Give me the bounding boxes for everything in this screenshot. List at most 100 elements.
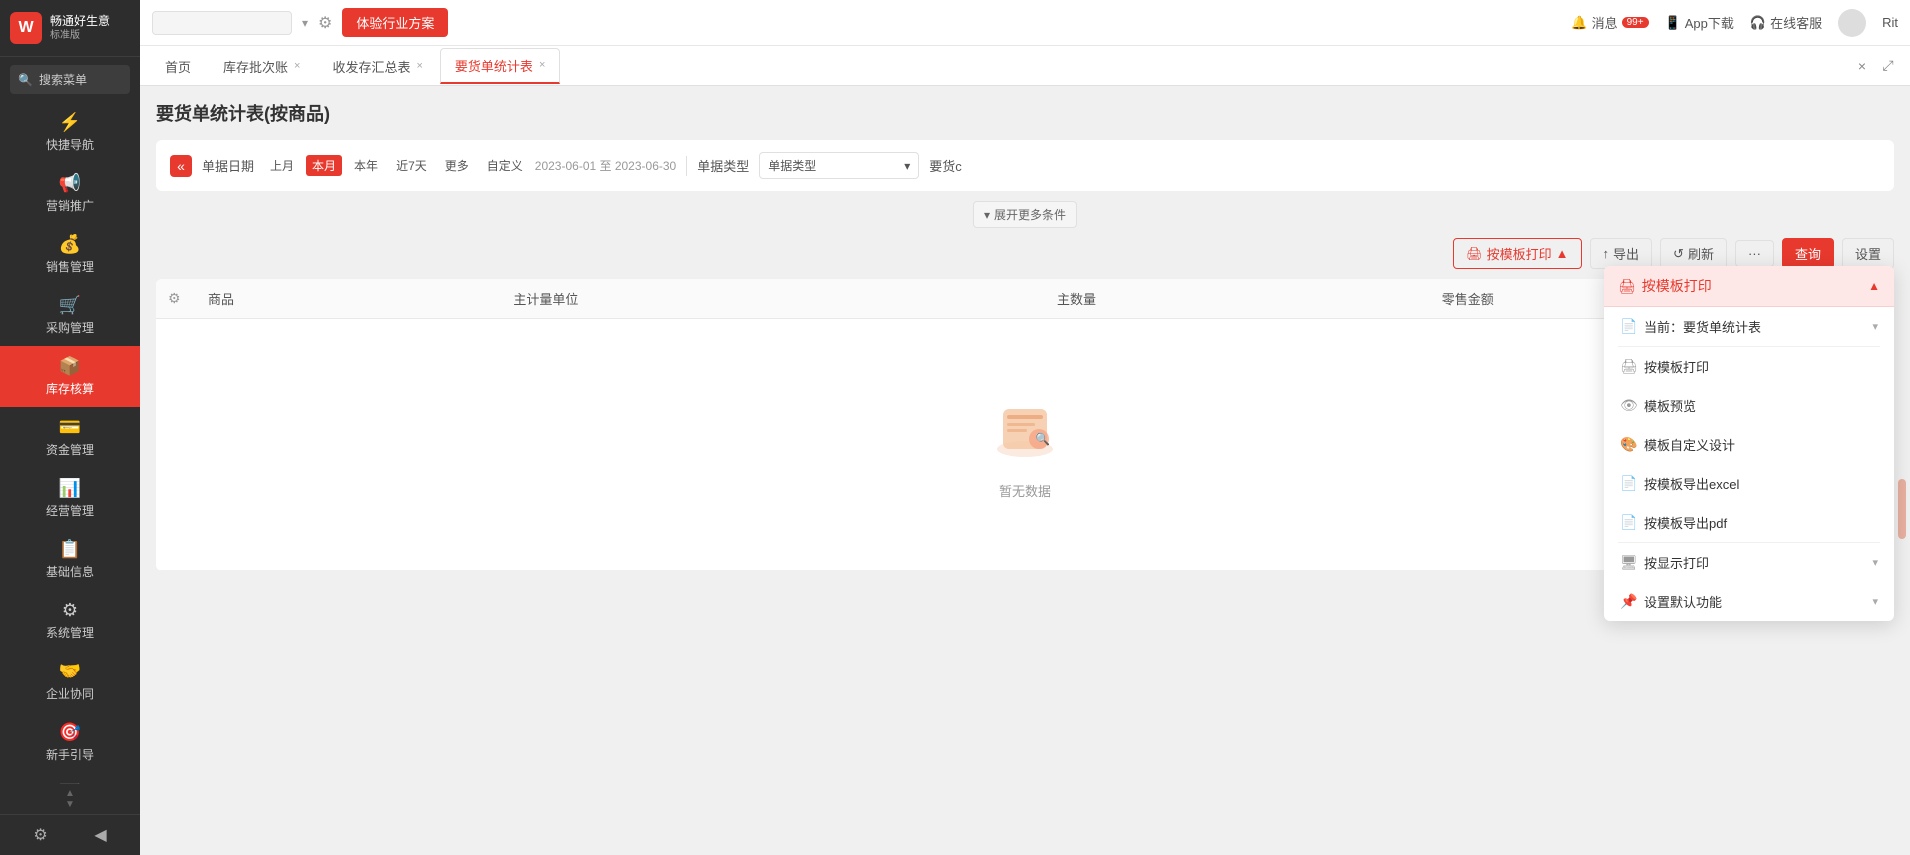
dropdown-collapse-icon[interactable]: ▲ bbox=[1868, 279, 1880, 293]
sidebar-search-area: 🔍 搜索菜单 bbox=[0, 57, 140, 102]
table-settings-header: ⚙ bbox=[156, 279, 196, 319]
more-button[interactable]: ··· bbox=[1735, 240, 1774, 267]
tab-home[interactable]: 首页 bbox=[150, 48, 206, 84]
tab-receipt-summary[interactable]: 收发存汇总表 × bbox=[317, 48, 437, 84]
svg-text:🔍: 🔍 bbox=[1035, 431, 1050, 446]
sidebar-item-purchase[interactable]: 🛒 采购管理 bbox=[0, 285, 140, 346]
date-more-button[interactable]: 更多 bbox=[439, 155, 475, 176]
date-this-year-button[interactable]: 本年 bbox=[348, 155, 384, 176]
sidebar-item-label: 系统管理 bbox=[46, 624, 94, 641]
print-template-button[interactable]: 🖨 按模板打印 ▲ bbox=[1453, 238, 1581, 269]
sidebar: W 畅通好生意 标准版 🔍 搜索菜单 ⚡ 快捷导航 📢 营销推广 💰 销售管理 … bbox=[0, 0, 140, 855]
sidebar-item-label: 快捷导航 bbox=[46, 136, 94, 153]
sidebar-item-finance[interactable]: 💳 资金管理 bbox=[0, 407, 140, 468]
system-icon: ⚙ bbox=[62, 600, 78, 621]
sidebar-item-inventory[interactable]: 📦 库存核算 bbox=[0, 346, 140, 407]
customer-service-item[interactable]: 🎧 在线客服 bbox=[1750, 13, 1822, 32]
table-product-header: 商品 bbox=[196, 279, 501, 319]
date-this-month-button[interactable]: 本月 bbox=[306, 155, 342, 176]
dropdown-template-preview[interactable]: 👁 模板预览 bbox=[1604, 386, 1894, 425]
filter-bar: « 单据日期 上月 本月 本年 近7天 更多 自定义 2023-06-01 至 … bbox=[156, 140, 1894, 191]
date-7days-button[interactable]: 近7天 bbox=[390, 155, 433, 176]
empty-state-text: 暂无数据 bbox=[999, 481, 1051, 500]
experience-btn[interactable]: 体验行业方案 bbox=[342, 8, 448, 37]
window-expand-button[interactable]: ⤢ bbox=[1876, 54, 1900, 78]
sidebar-item-marketing[interactable]: 📢 营销推广 bbox=[0, 163, 140, 224]
tab-inventory-batch[interactable]: 库存批次账 × bbox=[208, 48, 315, 84]
settings-bottom-button[interactable]: ⚙ bbox=[33, 825, 47, 845]
tab-receipt-summary-close[interactable]: × bbox=[416, 61, 422, 72]
dropdown-template-export-excel[interactable]: 📄 按模板导出excel bbox=[1604, 464, 1894, 503]
sidebar-item-system[interactable]: ⚙ 系统管理 bbox=[0, 590, 140, 651]
expand-more-row: ▾ 展开更多条件 bbox=[156, 201, 1894, 228]
expand-more-button[interactable]: ▾ 展开更多条件 bbox=[973, 201, 1077, 228]
template-excel-icon: 📄 bbox=[1620, 475, 1636, 492]
template-custom-icon: 🎨 bbox=[1620, 436, 1636, 453]
sidebar-scroll-down[interactable]: ▼ bbox=[65, 799, 75, 810]
tab-receipt-summary-label: 收发存汇总表 bbox=[332, 57, 410, 76]
date-custom-button[interactable]: 自定义 bbox=[481, 155, 529, 176]
sidebar-item-operation[interactable]: 📊 经营管理 bbox=[0, 468, 140, 529]
header-search-chevron-icon[interactable]: ▾ bbox=[302, 16, 308, 30]
dropdown-header: 🖨 按模板打印 ▲ bbox=[1604, 266, 1894, 307]
user-avatar[interactable] bbox=[1838, 9, 1866, 37]
quick-nav-icon: ⚡ bbox=[59, 112, 81, 133]
sidebar-item-label: 库存核算 bbox=[46, 380, 94, 397]
order-type-select-value: 单据类型 bbox=[768, 157, 816, 174]
app-download-item[interactable]: 📱 App下载 bbox=[1665, 13, 1734, 32]
set-default-chevron-icon: ▾ bbox=[1872, 595, 1878, 608]
app-logo-text: 畅通好生意 标准版 bbox=[50, 14, 110, 43]
order-type-select[interactable]: 单据类型 ▾ bbox=[759, 152, 919, 179]
sidebar-item-apps[interactable]: 🔲 应用中心 bbox=[0, 773, 140, 784]
select-chevron-icon: ▾ bbox=[904, 159, 910, 173]
order-items-filter-label: 要货c bbox=[929, 156, 962, 175]
tab-order-stats[interactable]: 要货单统计表 × bbox=[440, 48, 560, 84]
settings-button[interactable]: 设置 bbox=[1842, 238, 1894, 269]
apps-icon: 🔲 bbox=[59, 783, 81, 784]
page-content: 要货单统计表(按商品) « 单据日期 上月 本月 本年 近7天 更多 自定义 2… bbox=[140, 86, 1910, 855]
window-close-button[interactable]: × bbox=[1850, 54, 1874, 78]
collapse-sidebar-button[interactable]: ◀ bbox=[94, 825, 106, 845]
tab-order-stats-close[interactable]: × bbox=[539, 60, 545, 71]
search-menu-button[interactable]: 🔍 搜索菜单 bbox=[10, 65, 130, 94]
sidebar-item-basic[interactable]: 📋 基础信息 bbox=[0, 529, 140, 590]
date-group: 上月 本月 本年 近7天 更多 自定义 2023-06-01 至 2023-06… bbox=[264, 155, 676, 176]
sidebar-item-label: 经营管理 bbox=[46, 502, 94, 519]
app-logo-icon: W bbox=[10, 12, 42, 44]
header-search-input[interactable] bbox=[152, 11, 292, 35]
basic-icon: 📋 bbox=[59, 539, 81, 560]
sidebar-item-enterprise[interactable]: 🤝 企业协同 bbox=[0, 651, 140, 712]
filter-expand-button[interactable]: « bbox=[170, 155, 192, 177]
header-gear-icon[interactable]: ⚙ bbox=[318, 13, 332, 33]
dropdown-template-export-pdf[interactable]: 📄 按模板导出pdf bbox=[1604, 503, 1894, 542]
current-template-chevron-icon: ▾ bbox=[1872, 320, 1878, 333]
notifications-item[interactable]: 🔔 消息 99+ bbox=[1571, 13, 1648, 32]
query-button[interactable]: 查询 bbox=[1782, 238, 1834, 269]
dropdown-display-print[interactable]: 🖥 按显示打印 ▾ bbox=[1604, 543, 1894, 582]
dropdown-template-custom[interactable]: 🎨 模板自定义设计 bbox=[1604, 425, 1894, 464]
right-scrollbar[interactable] bbox=[1898, 479, 1906, 539]
export-icon: ↑ bbox=[1603, 246, 1610, 261]
guide-icon: 🎯 bbox=[59, 722, 81, 743]
date-last-month-button[interactable]: 上月 bbox=[264, 155, 300, 176]
phone-icon: 📱 bbox=[1665, 15, 1681, 31]
dropdown-set-default[interactable]: 📌 设置默认功能 ▾ bbox=[1604, 582, 1894, 621]
refresh-button[interactable]: ↺ 刷新 bbox=[1660, 238, 1727, 269]
sidebar-item-sales[interactable]: 💰 销售管理 bbox=[0, 224, 140, 285]
main-area: ▾ ⚙ 体验行业方案 🔔 消息 99+ 📱 App下载 🎧 在线客服 Rit 首… bbox=[140, 0, 1910, 855]
sidebar-scroll-up[interactable]: ▲ bbox=[65, 788, 75, 799]
dropdown-template-print[interactable]: 🖨 按模板打印 bbox=[1604, 347, 1894, 386]
export-button[interactable]: ↑ 导出 bbox=[1590, 238, 1653, 269]
sidebar-item-label: 基础信息 bbox=[46, 563, 94, 580]
headset-icon: 🎧 bbox=[1750, 15, 1766, 31]
sidebar-item-label: 采购管理 bbox=[46, 319, 94, 336]
current-template-icon: 📄 bbox=[1620, 318, 1636, 335]
sidebar-item-guide[interactable]: 🎯 新手引导 bbox=[0, 712, 140, 773]
date-filter-label: 单据日期 bbox=[202, 156, 254, 175]
sidebar-item-label: 营销推广 bbox=[46, 197, 94, 214]
table-column-settings-button[interactable]: ⚙ bbox=[168, 290, 181, 307]
sidebar-item-quick-nav[interactable]: ⚡ 快捷导航 bbox=[0, 102, 140, 163]
dropdown-current-template[interactable]: 📄 当前：要货单统计表 ▾ bbox=[1604, 307, 1894, 346]
tab-inventory-batch-close[interactable]: × bbox=[294, 61, 300, 72]
order-type-filter-label: 单据类型 bbox=[697, 156, 749, 175]
